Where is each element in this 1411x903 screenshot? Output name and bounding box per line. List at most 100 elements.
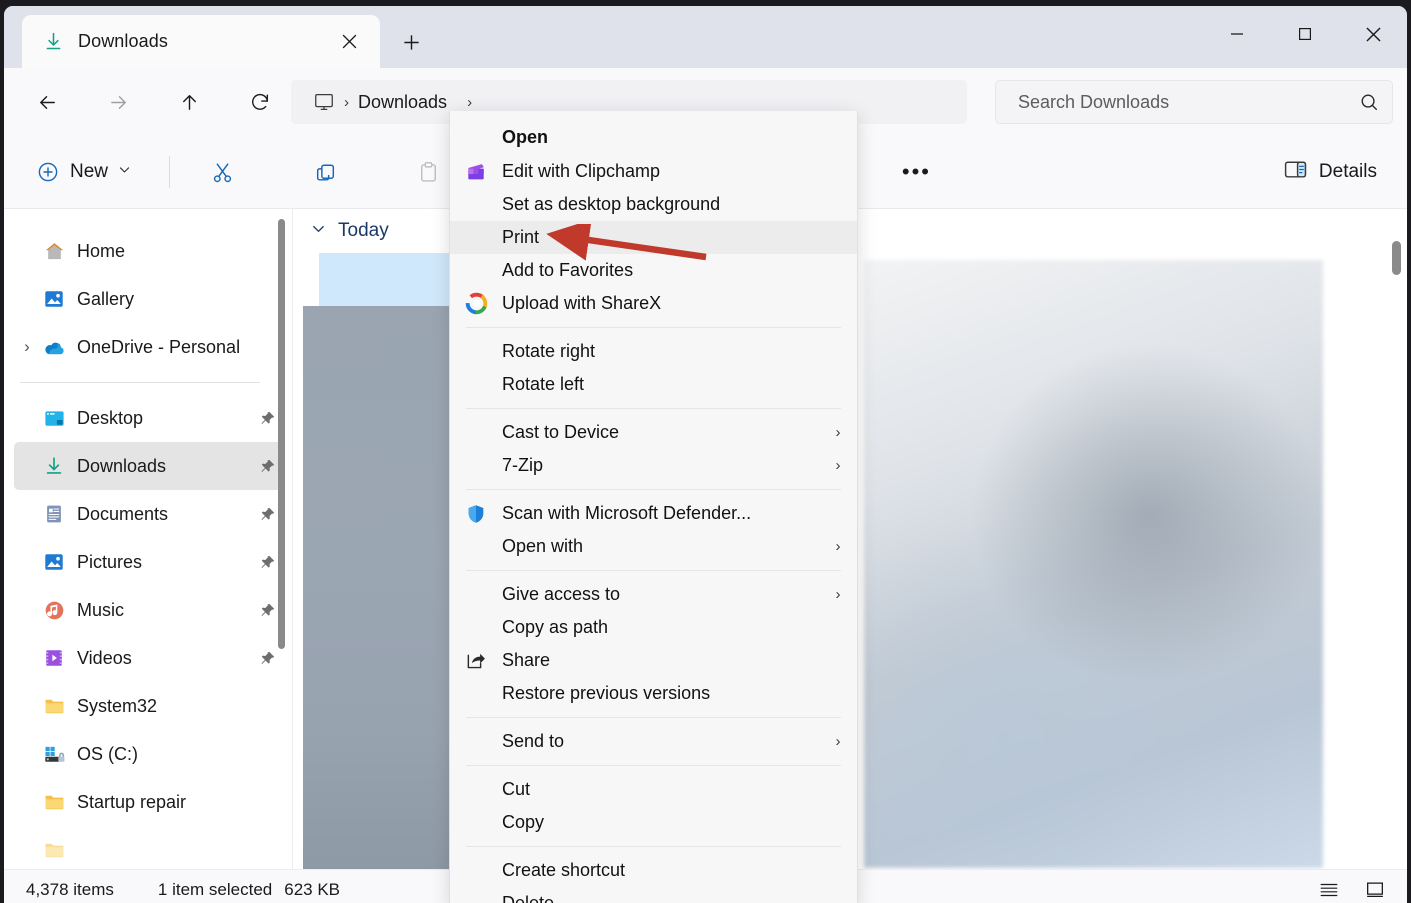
breadcrumb-chevron-icon[interactable]: › — [467, 94, 472, 111]
menu-item-label: Open — [502, 126, 549, 147]
menu-item-7-zip[interactable]: 7-Zip › — [450, 449, 857, 482]
preview-pane — [853, 209, 1407, 869]
menu-item-label: Cast to Device — [502, 422, 620, 442]
menu-item-label: Set as desktop background — [502, 194, 721, 214]
large-icons-view-icon[interactable] — [1357, 875, 1393, 903]
menu-item-open[interactable]: Open — [450, 119, 857, 155]
minimize-button[interactable] — [1203, 6, 1271, 62]
search-icon[interactable] — [1346, 91, 1392, 113]
file-thumbnail — [303, 306, 455, 869]
tab-downloads[interactable]: Downloads — [22, 15, 380, 68]
close-icon[interactable] — [332, 25, 366, 59]
sidebar-item-home[interactable]: Home — [14, 227, 282, 275]
menu-item-label: Scan with Microsoft Defender... — [502, 503, 752, 523]
search-input[interactable] — [1018, 91, 1346, 113]
menu-item-edit-with-clipchamp[interactable]: Edit with Clipchamp — [450, 155, 857, 188]
submenu-chevron-icon: › — [835, 733, 841, 750]
selection-size-label: 623 KB — [284, 879, 340, 899]
chevron-down-icon[interactable] — [118, 163, 131, 181]
menu-item-restore-previous-versions[interactable]: Restore previous versions — [450, 677, 857, 710]
cut-button[interactable] — [200, 151, 244, 193]
chevron-right-icon: › — [344, 93, 349, 111]
sidebar-item-label: System32 — [77, 695, 158, 716]
back-button[interactable] — [28, 83, 66, 121]
navigation-pane[interactable]: Home Gallery › OneDrive - Personal Deskt… — [4, 209, 292, 869]
menu-item-upload-with-sharex[interactable]: Upload with ShareX — [450, 287, 857, 320]
menu-item-scan-with-defender[interactable]: Scan with Microsoft Defender... — [450, 497, 857, 530]
chevron-right-icon[interactable]: › — [14, 337, 40, 357]
new-tab-button[interactable] — [393, 25, 429, 59]
menu-item-print[interactable]: Print — [450, 221, 857, 254]
up-button[interactable] — [170, 83, 208, 121]
sidebar-item-pictures[interactable]: Pictures — [14, 538, 282, 586]
menu-separator — [466, 570, 841, 571]
menu-separator — [466, 717, 841, 718]
chevron-down-icon[interactable] — [311, 221, 326, 241]
documents-icon — [40, 502, 68, 526]
window-controls — [1203, 6, 1407, 62]
menu-item-cut[interactable]: Cut — [450, 773, 857, 806]
item-count-label: 4,378 items — [26, 879, 114, 899]
context-menu[interactable]: Open Edit with Clipchamp Set as desktop … — [449, 111, 858, 903]
menu-item-add-to-favorites[interactable]: Add to Favorites — [450, 254, 857, 287]
sidebar-item-documents[interactable]: Documents — [14, 490, 282, 538]
sidebar-scrollbar[interactable] — [278, 219, 285, 649]
music-icon — [40, 598, 68, 622]
sidebar-item-downloads[interactable]: Downloads — [14, 442, 282, 490]
refresh-button[interactable] — [241, 83, 279, 121]
sidebar-divider — [20, 382, 260, 383]
menu-item-rotate-left[interactable]: Rotate left — [450, 368, 857, 401]
menu-item-create-shortcut[interactable]: Create shortcut — [450, 854, 857, 887]
menu-item-label: Copy — [502, 812, 545, 832]
file-tile-selected[interactable] — [303, 253, 459, 869]
list-view-icon[interactable] — [1311, 875, 1347, 903]
sidebar-item-os-c[interactable]: OS (C:) — [14, 730, 282, 778]
menu-item-send-to[interactable]: Send to › — [450, 725, 857, 758]
menu-item-share[interactable]: Share — [450, 644, 857, 677]
menu-item-cast-to-device[interactable]: Cast to Device › — [450, 416, 857, 449]
close-window-button[interactable] — [1339, 6, 1407, 62]
forward-button — [99, 83, 137, 121]
breadcrumb-path[interactable]: Downloads — [358, 92, 447, 113]
sidebar-item-desktop[interactable]: Desktop — [14, 394, 282, 442]
sidebar-item-gallery[interactable]: Gallery — [14, 275, 282, 323]
sidebar-item-label: Desktop — [77, 407, 144, 428]
sidebar-item-label: Startup repair — [77, 791, 187, 812]
this-pc-icon[interactable] — [313, 91, 335, 113]
menu-item-label: Delete — [502, 893, 555, 903]
sidebar-item-startup-repair[interactable]: Startup repair — [14, 778, 282, 826]
maximize-button[interactable] — [1271, 6, 1339, 62]
group-header-label: Today — [338, 220, 389, 241]
copy-button[interactable] — [303, 151, 347, 193]
menu-item-delete[interactable]: Delete — [450, 887, 857, 903]
view-toggles — [1311, 870, 1393, 903]
details-button[interactable]: Details — [1271, 151, 1389, 193]
search-box[interactable] — [995, 80, 1393, 124]
menu-item-copy-as-path[interactable]: Copy as path — [450, 611, 857, 644]
ellipsis-icon: ••• — [901, 159, 932, 184]
menu-item-copy[interactable]: Copy — [450, 806, 857, 839]
title-bar: Downloads — [4, 6, 1407, 68]
details-pane-icon — [1283, 157, 1308, 187]
sidebar-item-videos[interactable]: Videos — [14, 634, 282, 682]
submenu-chevron-icon: › — [835, 538, 841, 555]
download-icon — [40, 454, 68, 478]
new-button[interactable]: New — [28, 151, 143, 193]
sidebar-item-partial[interactable] — [14, 826, 282, 869]
sidebar-item-music[interactable]: Music — [14, 586, 282, 634]
onedrive-icon — [40, 335, 68, 359]
sidebar-item-onedrive[interactable]: › OneDrive - Personal — [14, 323, 282, 371]
menu-item-rotate-right[interactable]: Rotate right — [450, 335, 857, 368]
sidebar-item-system32[interactable]: System32 — [14, 682, 282, 730]
content-scrollbar[interactable] — [1392, 241, 1401, 275]
menu-item-label: Rotate right — [502, 341, 596, 361]
tab-title: Downloads — [78, 31, 168, 51]
menu-item-give-access-to[interactable]: Give access to › — [450, 578, 857, 611]
menu-item-set-as-desktop-background[interactable]: Set as desktop background — [450, 188, 857, 221]
defender-icon — [450, 503, 502, 525]
sidebar-item-label: Music — [77, 599, 125, 620]
see-more-button[interactable]: ••• — [890, 151, 942, 193]
pin-icon[interactable] — [252, 650, 282, 667]
download-icon — [42, 31, 64, 53]
menu-item-open-with[interactable]: Open with › — [450, 530, 857, 563]
